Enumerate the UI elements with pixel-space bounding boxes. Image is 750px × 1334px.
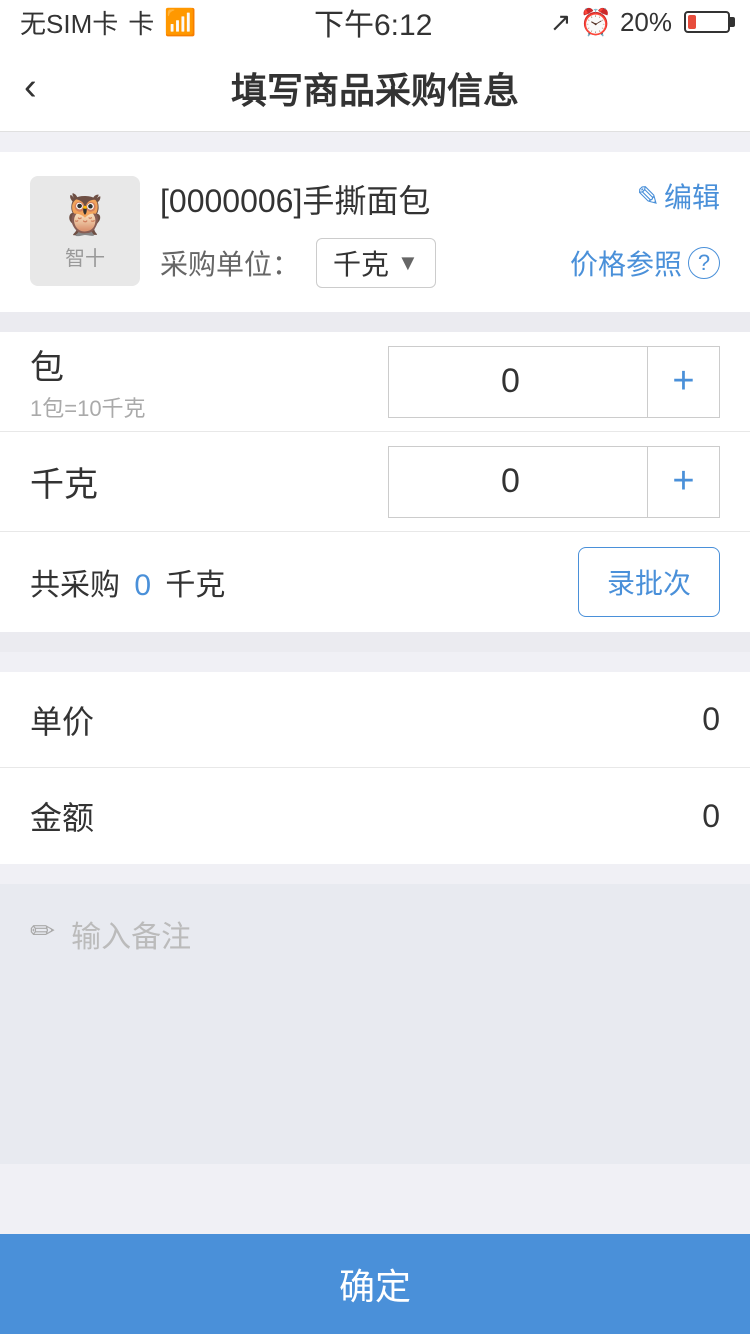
sim-card-text: 卡: [128, 4, 154, 41]
kg-input[interactable]: [388, 446, 648, 518]
carrier-text: 无SIM卡: [20, 4, 118, 41]
edit-label: 编辑: [664, 176, 720, 216]
location-icon: ↗: [550, 7, 572, 38]
batch-button[interactable]: 录批次: [578, 547, 720, 617]
unit-price-row: 单价 0: [0, 672, 750, 768]
pencil-icon: ✏: [30, 914, 55, 949]
price-ref-label: 价格参照: [570, 243, 682, 283]
nav-bar: ‹ 填写商品采购信息: [0, 44, 750, 132]
amount-value: 0: [702, 798, 720, 835]
divider-2: [0, 632, 750, 652]
divider-1: [0, 312, 750, 332]
bao-input-row: 包 1包=10千克 +: [0, 332, 750, 432]
bao-input[interactable]: [388, 346, 648, 418]
amount-label: 金额: [30, 793, 94, 839]
kg-plus-button[interactable]: +: [648, 446, 720, 518]
info-section: 单价 0 金额 0: [0, 672, 750, 864]
status-bar: 无SIM卡 卡 📶 下午6:12 ↗ ⏰ 20%: [0, 0, 750, 44]
confirm-label: 确定: [339, 1258, 411, 1310]
battery-fill: [688, 15, 696, 29]
summary-prefix: 共采购: [30, 569, 120, 602]
product-thumb-icon: 🦉: [60, 191, 110, 238]
bao-sub-label: 1包=10千克: [30, 391, 146, 423]
product-unit-row: 采购单位： 千克 ▼ 价格参照 ?: [160, 238, 720, 288]
product-header: [0000006]手撕面包 ✎ 编辑: [160, 176, 720, 222]
summary-text: 共采购 0 千克: [30, 560, 225, 604]
status-right: ↗ ⏰ 20%: [550, 7, 730, 38]
product-thumb-label: 智十: [65, 242, 105, 271]
unit-price-label: 单价: [30, 697, 94, 743]
product-info: [0000006]手撕面包 ✎ 编辑 采购单位： 千克 ▼ 价格参照 ?: [160, 176, 720, 288]
price-ref-button[interactable]: 价格参照 ?: [570, 243, 720, 283]
kg-label-group: 千克: [30, 457, 130, 506]
bao-plus-button[interactable]: +: [648, 346, 720, 418]
kg-input-row: 千克 +: [0, 432, 750, 532]
back-button[interactable]: ‹: [24, 66, 37, 109]
input-section: 包 1包=10千克 + 千克 +: [0, 332, 750, 532]
product-name: [0000006]手撕面包: [160, 176, 430, 222]
bao-input-right: +: [388, 346, 720, 418]
edit-button[interactable]: ✎ 编辑: [637, 176, 720, 216]
battery-pct: 20%: [620, 7, 672, 38]
notes-placeholder: 输入备注: [71, 912, 191, 956]
notes-section[interactable]: ✏ 输入备注: [0, 884, 750, 1164]
bao-label: 包: [30, 340, 146, 389]
edit-icon: ✎: [637, 180, 660, 213]
product-thumbnail: 🦉 智十: [30, 176, 140, 286]
wifi-icon: 📶: [164, 7, 196, 38]
battery-icon: [684, 11, 730, 33]
price-ref-help-icon: ?: [688, 247, 720, 279]
chevron-down-icon: ▼: [397, 250, 419, 276]
unit-value: 千克: [333, 243, 389, 283]
summary-value: 0: [134, 569, 151, 602]
summary-suffix: 千克: [165, 569, 225, 602]
amount-row: 金额 0: [0, 768, 750, 864]
unit-label: 采购单位：: [160, 243, 300, 283]
bao-label-group: 包 1包=10千克: [30, 340, 146, 423]
status-time: 下午6:12: [314, 0, 432, 44]
alarm-icon: ⏰: [580, 7, 612, 38]
unit-select[interactable]: 千克 ▼: [316, 238, 436, 288]
product-card: 🦉 智十 [0000006]手撕面包 ✎ 编辑 采购单位： 千克 ▼ 价格参照 …: [0, 152, 750, 312]
unit-price-value: 0: [702, 701, 720, 738]
status-left: 无SIM卡 卡 📶: [20, 4, 197, 41]
kg-input-right: +: [388, 446, 720, 518]
page-title: 填写商品采购信息: [231, 62, 519, 114]
summary-row: 共采购 0 千克 录批次: [0, 532, 750, 632]
confirm-button[interactable]: 确定: [0, 1234, 750, 1334]
kg-label: 千克: [30, 457, 130, 506]
